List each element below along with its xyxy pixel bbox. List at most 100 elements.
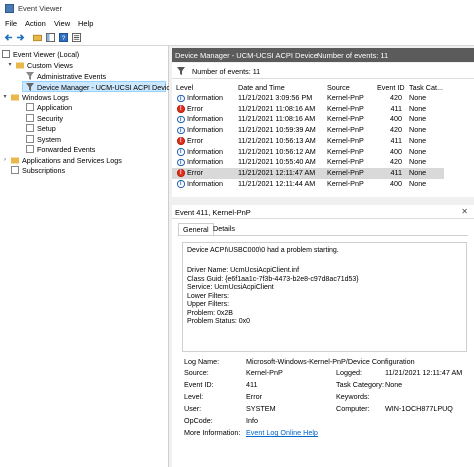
information-icon: i [177, 115, 185, 124]
tree-custom-views[interactable]: ▾ Custom Views [7, 60, 72, 71]
menu-action[interactable]: Action [25, 19, 46, 28]
menu-file[interactable]: File [5, 19, 17, 28]
forward-arrow-icon[interactable] [16, 33, 25, 42]
opcode-label: OpCode: [184, 416, 213, 425]
menu-help[interactable]: Help [78, 19, 93, 28]
message-line: Driver Name: UcmUcsiAcpiClient.inf [187, 267, 300, 274]
cell-level: Information [187, 93, 223, 102]
title-bar: Event Viewer [0, 0, 474, 18]
cell-event-id: 411 [390, 167, 402, 177]
event-message[interactable]: Device ACPI\USBC000\0 had a problem star… [182, 242, 467, 352]
log-icon [26, 135, 34, 143]
cell-date-time: 11/21/2021 11:08:16 AM [238, 114, 316, 124]
properties-icon[interactable] [72, 33, 81, 42]
table-row[interactable]: i Information 11/21/2021 10:55:40 AM Kernel… [172, 157, 444, 168]
tab-details[interactable]: Details [209, 223, 239, 235]
tree-root[interactable]: Event Viewer (Local) [2, 49, 79, 60]
log-header-title: Device Manager - UCM-UCSI ACPI Device [175, 51, 318, 60]
cell-task-category: None [409, 146, 427, 156]
source-label: Source: [184, 368, 209, 377]
tree-device-manager-view[interactable]: Device Manager - UCM-UCSI ACPI Device [22, 81, 174, 92]
cell-date-time: 11/21/2021 11:08:16 AM [238, 103, 316, 113]
col-task-category[interactable]: Task Cat... [409, 83, 443, 92]
user-label: User: [184, 404, 202, 413]
cell-event-id: 420 [390, 93, 402, 102]
table-row[interactable]: i Information 11/21/2021 3:09:56 PM Kernel-… [172, 93, 444, 104]
log-header-count: Number of events: 11 [317, 51, 389, 60]
event-viewer-icon [2, 50, 10, 58]
tree-subscriptions[interactable]: Subscriptions [11, 165, 65, 176]
cell-source: Kernel-PnP [327, 103, 364, 113]
folder-icon [11, 93, 19, 101]
event-id-value: 411 [246, 380, 258, 389]
help-icon[interactable]: ? [59, 33, 68, 42]
computer-label: Computer: [336, 404, 370, 413]
back-arrow-icon[interactable] [4, 33, 13, 42]
subscriptions-icon [11, 166, 19, 174]
folder-up-icon[interactable] [33, 33, 42, 42]
toolbar: ? [0, 31, 474, 46]
cell-event-id: 400 [390, 178, 402, 188]
cell-event-id: 411 [390, 103, 402, 113]
filter-icon [26, 83, 34, 91]
navigation-tree: Event Viewer (Local) ▾ Custom Views Admi… [0, 46, 174, 467]
cell-level: Error [187, 103, 203, 113]
message-line: Class Guid: {e6f1aa1c-7f3b-4473-b2e8-c97… [187, 275, 359, 283]
cell-source: Kernel-PnP [327, 93, 364, 102]
filter-count: Number of events: 11 [192, 67, 261, 76]
log-icon [26, 145, 34, 153]
tree-application[interactable]: Application [26, 102, 72, 113]
detail-header: Event 411, Kernel-PnP ✕ [172, 205, 474, 219]
menu-view[interactable]: View [54, 19, 70, 28]
cell-level: Information [187, 125, 223, 135]
cell-level: Information [187, 114, 223, 124]
message-line: Service: UcmUcsiAcpiClient [187, 284, 274, 291]
show-hide-tree-icon[interactable] [46, 33, 55, 42]
col-event-id[interactable]: Event ID [377, 83, 405, 92]
computer-value: WIN-1OCH877LPUQ [385, 404, 453, 413]
table-row[interactable]: i Information 11/21/2021 11:08:16 AM Kernel… [172, 114, 444, 125]
filter-icon [26, 72, 34, 80]
window-title: Event Viewer [18, 4, 63, 13]
cell-source: Kernel-PnP [327, 114, 364, 124]
keywords-label: Keywords: [336, 392, 370, 401]
collapse-chevron-icon[interactable]: ▾ [7, 60, 13, 71]
table-row[interactable]: i Information 11/21/2021 12:11:44 AM Kernel… [172, 179, 444, 190]
cell-level: Information [187, 146, 223, 156]
cell-task-category: None [409, 157, 427, 167]
log-name-label: Log Name: [184, 357, 220, 366]
table-row[interactable]: ! Error 11/21/2021 11:08:16 AM Kernel-PnP 41… [172, 104, 444, 115]
opcode-value: Info [246, 416, 258, 425]
cell-source: Kernel-PnP [327, 146, 364, 156]
table-row[interactable]: ! Error 11/21/2021 12:11:47 AM Kernel-PnP 41… [172, 167, 444, 179]
cell-source: Kernel-PnP [327, 167, 364, 177]
cell-level: Error [187, 167, 203, 177]
col-date-time[interactable]: Date and Time [238, 83, 285, 92]
message-line: Upper Filters: [187, 301, 230, 308]
col-level[interactable]: Level [176, 83, 193, 92]
table-row[interactable]: i Information 11/21/2021 10:56:12 AM Kernel… [172, 147, 444, 158]
level-label: Level: [184, 392, 204, 401]
table-row[interactable]: ! Error 11/21/2021 10:56:13 AM Kernel-PnP 41… [172, 136, 444, 147]
cell-level: Information [187, 178, 223, 188]
close-icon[interactable]: ✕ [461, 207, 468, 216]
filter-icon[interactable] [177, 67, 185, 75]
tree-setup[interactable]: Setup [26, 123, 56, 134]
tree-forwarded-events[interactable]: Forwarded Events [26, 144, 95, 155]
event-viewer-app-icon [5, 4, 14, 13]
col-source[interactable]: Source [327, 83, 350, 92]
table-row[interactable]: i Information 11/21/2021 10:59:39 AM Kernel… [172, 125, 444, 136]
filter-bar: Number of events: 11 [172, 63, 474, 79]
cell-source: Kernel-PnP [327, 157, 364, 167]
expand-chevron-icon[interactable]: › [2, 155, 8, 166]
task-category-label: Task Category: [336, 380, 384, 389]
information-icon: i [177, 180, 185, 188]
cell-event-id: 411 [390, 135, 402, 145]
event-log-online-help-link[interactable]: Event Log Online Help [246, 428, 318, 437]
cell-date-time: 11/21/2021 12:11:44 AM [238, 178, 316, 188]
cell-task-category: None [409, 178, 427, 188]
menu-bar: File Action View Help [0, 17, 474, 31]
source-value: Kernel-PnP [246, 368, 283, 377]
logged-value: 11/21/2021 12:11:47 AM [385, 368, 463, 377]
collapse-chevron-icon[interactable]: ▾ [2, 92, 8, 103]
